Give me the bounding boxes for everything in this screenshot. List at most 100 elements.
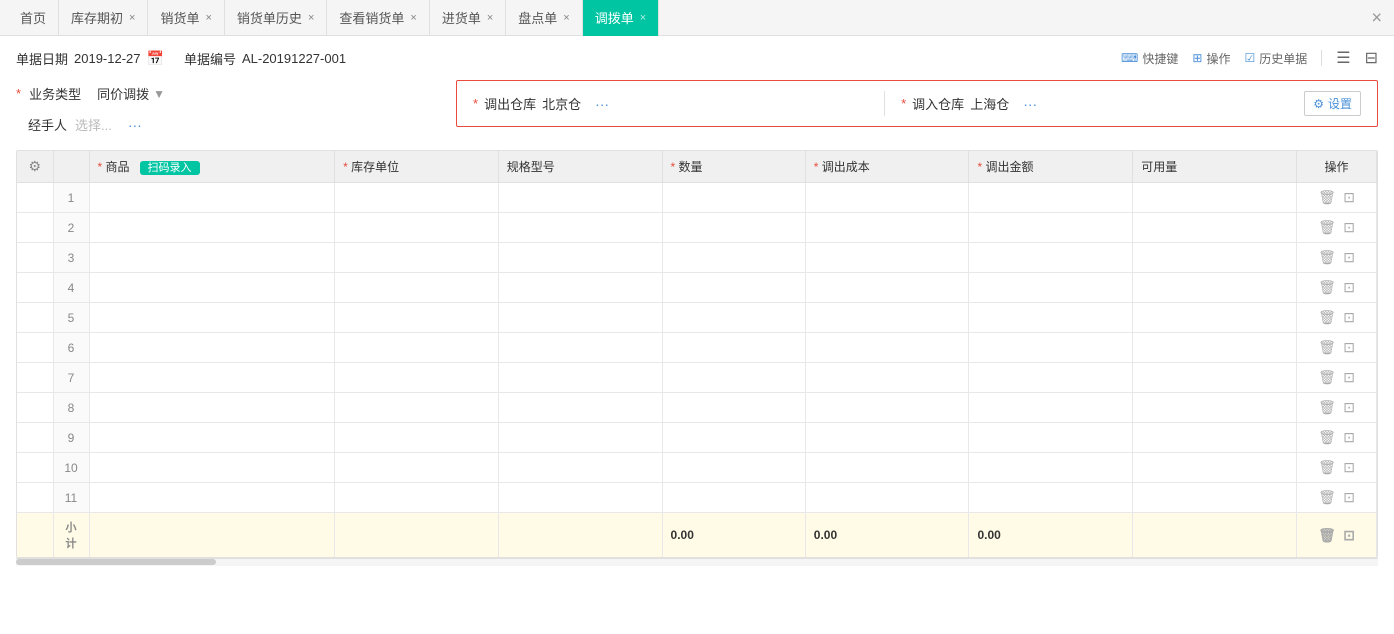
row-qty-cell[interactable] — [662, 243, 805, 273]
row-qty-cell[interactable] — [662, 213, 805, 243]
row-amount-cell[interactable] — [969, 333, 1133, 363]
row-amount-cell[interactable] — [969, 213, 1133, 243]
transfer-in-more-button[interactable]: ··· — [1023, 96, 1037, 112]
scroll-thumb[interactable] — [16, 559, 216, 565]
row-amount-cell[interactable] — [969, 483, 1133, 513]
row-unit-cell[interactable] — [335, 273, 499, 303]
row-cost-cell[interactable] — [805, 303, 969, 333]
scan-button[interactable]: 扫码录入 — [140, 161, 200, 175]
delete-icon[interactable]: 🗑 — [1318, 309, 1336, 325]
row-qty-cell[interactable] — [662, 303, 805, 333]
row-spec-cell[interactable] — [498, 333, 662, 363]
close-icon[interactable]: × — [563, 12, 569, 24]
close-icon[interactable]: × — [308, 12, 314, 24]
row-spec-cell[interactable] — [498, 483, 662, 513]
delete-icon[interactable]: 🗑 — [1318, 279, 1336, 295]
row-spec-cell[interactable] — [498, 303, 662, 333]
row-cost-cell[interactable] — [805, 273, 969, 303]
row-spec-cell[interactable] — [498, 393, 662, 423]
close-icon[interactable]: × — [410, 12, 416, 24]
row-product-cell[interactable] — [89, 303, 335, 333]
row-cost-cell[interactable] — [805, 333, 969, 363]
row-cost-cell[interactable] — [805, 243, 969, 273]
row-spec-cell[interactable] — [498, 183, 662, 213]
row-product-cell[interactable] — [89, 393, 335, 423]
biz-type-select[interactable]: 同价调拨 ▼ — [89, 80, 209, 107]
tab-inventory-init[interactable]: 库存期初 × — [59, 0, 148, 36]
tab-view-sales[interactable]: 查看销货单 × — [327, 0, 429, 36]
copy-icon[interactable]: ⊡ — [1343, 399, 1355, 415]
row-qty-cell[interactable] — [662, 273, 805, 303]
copy-icon[interactable]: ⊡ — [1343, 429, 1355, 445]
row-product-cell[interactable] — [89, 183, 335, 213]
copy-icon[interactable]: ⊡ — [1343, 339, 1355, 355]
row-product-cell[interactable] — [89, 333, 335, 363]
row-cost-cell[interactable] — [805, 393, 969, 423]
row-cost-cell[interactable] — [805, 183, 969, 213]
column-gear[interactable]: ⚙ — [17, 151, 53, 183]
row-product-cell[interactable] — [89, 483, 335, 513]
grid-view-button[interactable]: ☰ — [1336, 48, 1350, 68]
row-product-cell[interactable] — [89, 453, 335, 483]
list-view-button[interactable]: ⊟ — [1365, 48, 1378, 68]
delete-icon[interactable]: 🗑 — [1318, 489, 1336, 505]
row-cost-cell[interactable] — [805, 453, 969, 483]
row-product-cell[interactable] — [89, 273, 335, 303]
row-qty-cell[interactable] — [662, 483, 805, 513]
row-qty-cell[interactable] — [662, 333, 805, 363]
row-spec-cell[interactable] — [498, 363, 662, 393]
row-unit-cell[interactable] — [335, 393, 499, 423]
row-amount-cell[interactable] — [969, 243, 1133, 273]
tab-sales-order[interactable]: 销货单 × — [148, 0, 224, 36]
copy-icon[interactable]: ⊡ — [1343, 489, 1355, 505]
row-unit-cell[interactable] — [335, 183, 499, 213]
row-qty-cell[interactable] — [662, 423, 805, 453]
close-icon[interactable]: × — [487, 12, 493, 24]
tab-sales-history[interactable]: 销货单历史 × — [225, 0, 327, 36]
operations-button[interactable]: ⊞ 操作 — [1192, 50, 1230, 67]
row-cost-cell[interactable] — [805, 213, 969, 243]
copy-icon[interactable]: ⊡ — [1343, 369, 1355, 385]
subtotal-copy-icon[interactable]: ⊡ — [1343, 527, 1355, 543]
delete-icon[interactable]: 🗑 — [1318, 339, 1336, 355]
row-unit-cell[interactable] — [335, 423, 499, 453]
tab-transfer[interactable]: 调拨单 × — [583, 0, 659, 36]
close-icon[interactable]: × — [205, 12, 211, 24]
row-spec-cell[interactable] — [498, 423, 662, 453]
calendar-icon[interactable]: 📅 — [147, 50, 164, 67]
row-spec-cell[interactable] — [498, 453, 662, 483]
row-amount-cell[interactable] — [969, 303, 1133, 333]
row-unit-cell[interactable] — [335, 333, 499, 363]
history-button[interactable]: ☑ 历史单据 — [1244, 50, 1307, 67]
copy-icon[interactable]: ⊡ — [1343, 189, 1355, 205]
row-qty-cell[interactable] — [662, 183, 805, 213]
handler-more-button[interactable]: ··· — [128, 117, 142, 133]
copy-icon[interactable]: ⊡ — [1343, 279, 1355, 295]
row-product-cell[interactable] — [89, 243, 335, 273]
row-amount-cell[interactable] — [969, 423, 1133, 453]
row-spec-cell[interactable] — [498, 213, 662, 243]
copy-icon[interactable]: ⊡ — [1343, 249, 1355, 265]
delete-icon[interactable]: 🗑 — [1318, 459, 1336, 475]
delete-icon[interactable]: 🗑 — [1318, 369, 1336, 385]
tab-inventory-check[interactable]: 盘点单 × — [506, 0, 582, 36]
subtotal-delete-icon[interactable]: 🗑 — [1318, 527, 1336, 543]
copy-icon[interactable]: ⊡ — [1343, 459, 1355, 475]
transfer-out-more-button[interactable]: ··· — [595, 96, 609, 112]
copy-icon[interactable]: ⊡ — [1343, 219, 1355, 235]
delete-icon[interactable]: 🗑 — [1318, 429, 1336, 445]
tab-home[interactable]: 首页 — [8, 0, 59, 36]
row-amount-cell[interactable] — [969, 363, 1133, 393]
row-unit-cell[interactable] — [335, 213, 499, 243]
row-amount-cell[interactable] — [969, 183, 1133, 213]
row-cost-cell[interactable] — [805, 363, 969, 393]
row-product-cell[interactable] — [89, 213, 335, 243]
row-unit-cell[interactable] — [335, 453, 499, 483]
horizontal-scrollbar[interactable] — [16, 558, 1378, 566]
row-spec-cell[interactable] — [498, 243, 662, 273]
tab-purchase[interactable]: 进货单 × — [430, 0, 506, 36]
delete-icon[interactable]: 🗑 — [1318, 219, 1336, 235]
delete-icon[interactable]: 🗑 — [1318, 249, 1336, 265]
row-unit-cell[interactable] — [335, 483, 499, 513]
delete-icon[interactable]: 🗑 — [1318, 399, 1336, 415]
